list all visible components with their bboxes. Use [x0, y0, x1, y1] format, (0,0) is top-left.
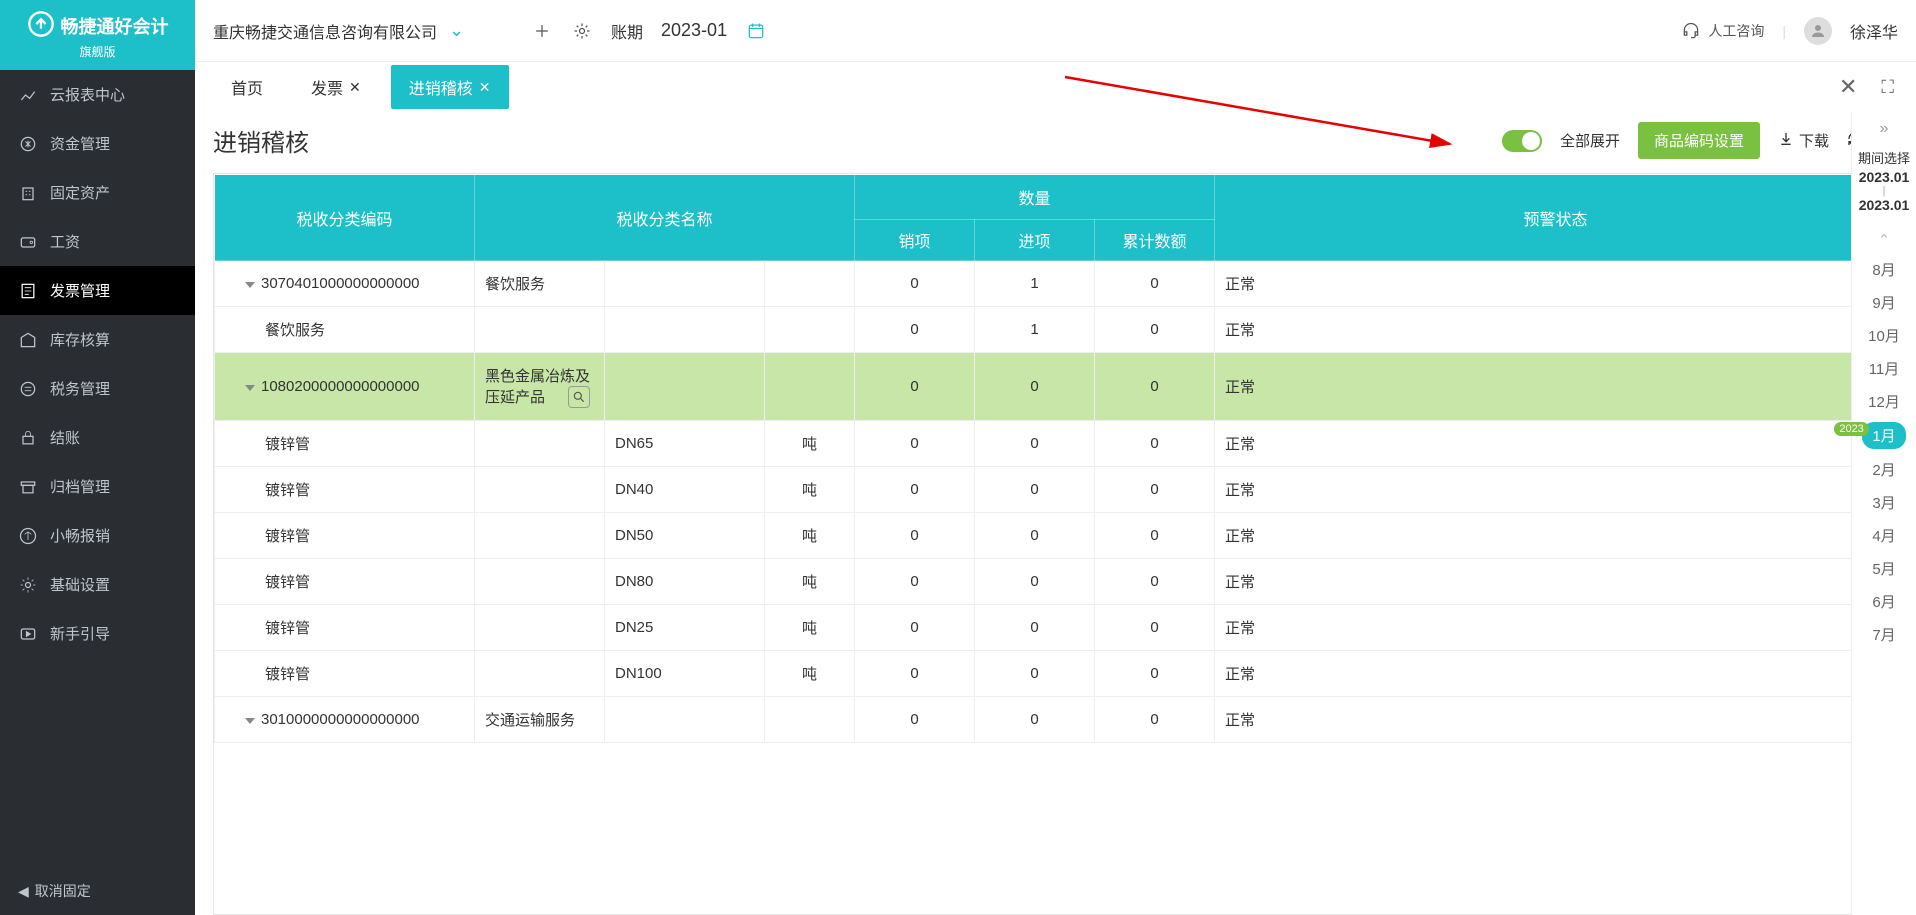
money-icon	[18, 134, 38, 154]
table-row[interactable]: 3010000000000000000交通运输服务000正常	[215, 697, 1897, 743]
col-code: 税收分类编码	[215, 175, 475, 261]
archive-icon	[18, 477, 38, 497]
tab-home[interactable]: 首页	[213, 65, 281, 109]
table-row[interactable]: 1080200000000000000黑色金属冶炼及压延产品000正常	[215, 353, 1897, 421]
tab-invoice[interactable]: 发票✕	[293, 65, 379, 109]
sidebar-item-assets[interactable]: 固定资产	[0, 168, 195, 217]
inventory-icon	[18, 330, 38, 350]
expand-all-label: 全部展开	[1560, 130, 1620, 151]
table-row[interactable]: 镀锌管DN40吨000正常	[215, 467, 1897, 513]
invoice-icon	[18, 281, 38, 301]
scroll-up-button[interactable]: ⌃	[1878, 231, 1891, 249]
calendar-button[interactable]	[745, 20, 767, 42]
sidebar-item-funds[interactable]: 资金管理	[0, 119, 195, 168]
col-cum: 累计数额	[1095, 220, 1215, 261]
logo-icon	[27, 10, 55, 41]
table-row[interactable]: 镀锌管DN25吨000正常	[215, 605, 1897, 651]
company-dropdown[interactable]: 重庆畅捷交通信息咨询有限公司 ⌄	[213, 19, 513, 43]
close-all-tabs[interactable]: ✕	[1831, 74, 1865, 100]
sidebar-item-close[interactable]: 结账	[0, 413, 195, 462]
sidebar-item-guide[interactable]: 新手引导	[0, 609, 195, 658]
month-option[interactable]: 3月	[1864, 490, 1903, 515]
period-to: 2023.01	[1859, 197, 1910, 213]
col-qty: 数量	[855, 175, 1215, 220]
sidebar-item-tax[interactable]: 税务管理	[0, 364, 195, 413]
month-option[interactable]: 4月	[1864, 523, 1903, 548]
table-row[interactable]: 餐饮服务010正常	[215, 307, 1897, 353]
sidebar-item-reports[interactable]: 云报表中心	[0, 70, 195, 119]
year-badge: 2023	[1834, 422, 1868, 436]
period-value: 2023-01	[661, 20, 727, 41]
close-icon[interactable]: ✕	[349, 79, 361, 96]
add-button[interactable]	[531, 20, 553, 42]
collapse-panel-button[interactable]: »	[1872, 112, 1897, 146]
play-icon	[18, 624, 38, 644]
sidebar-item-expense[interactable]: 小畅报销	[0, 511, 195, 560]
month-option[interactable]: 6月	[1864, 589, 1903, 614]
unpin-button[interactable]: ◀ 取消固定	[0, 867, 195, 915]
building-icon	[18, 183, 38, 203]
sidebar-item-inventory[interactable]: 库存核算	[0, 315, 195, 364]
sidebar: 畅捷通好会计 旗舰版 云报表中心 资金管理 固定资产 工资 发票管理 库存核算 …	[0, 0, 195, 915]
headset-icon	[1680, 20, 1702, 42]
period-label: 账期	[611, 19, 643, 43]
chart-icon	[18, 85, 38, 105]
month-option[interactable]: 8月	[1864, 257, 1903, 282]
support-button[interactable]: 人工咨询	[1680, 20, 1764, 42]
arrow-left-icon: ◀	[18, 883, 29, 900]
data-table: 税收分类编码 税收分类名称 数量 预警状态 销项 进项 累计数额 3070401…	[213, 173, 1898, 915]
col-in: 进项	[975, 220, 1095, 261]
avatar[interactable]	[1804, 17, 1832, 45]
month-option[interactable]: 1月	[1862, 422, 1905, 449]
col-name: 税收分类名称	[475, 175, 855, 261]
logo-block: 畅捷通好会计 旗舰版	[0, 0, 195, 70]
month-option[interactable]: 11月	[1861, 356, 1908, 381]
download-icon	[1778, 131, 1794, 151]
month-option[interactable]: 12月	[1860, 389, 1908, 414]
lock-icon	[18, 428, 38, 448]
wallet-icon	[18, 232, 38, 252]
month-option[interactable]: 2月	[1864, 457, 1903, 482]
table-row[interactable]: 镀锌管DN80吨000正常	[215, 559, 1897, 605]
search-icon[interactable]	[568, 386, 590, 408]
expense-icon	[18, 526, 38, 546]
tab-audit[interactable]: 进销稽核✕	[391, 65, 509, 109]
period-from: 2023.01	[1859, 169, 1910, 185]
col-out: 销项	[855, 220, 975, 261]
table-row[interactable]: 镀锌管DN65吨000正常	[215, 421, 1897, 467]
username: 徐泽华	[1850, 19, 1898, 43]
expand-arrow-icon[interactable]	[245, 385, 255, 391]
month-option[interactable]: 10月	[1860, 323, 1908, 348]
expand-arrow-icon[interactable]	[245, 718, 255, 724]
close-icon[interactable]: ✕	[479, 79, 491, 96]
chevron-down-icon: ⌄	[449, 20, 464, 41]
month-option[interactable]: 9月	[1864, 290, 1903, 315]
col-alert: 预警状态	[1215, 175, 1897, 261]
table-row[interactable]: 镀锌管DN100吨000正常	[215, 651, 1897, 697]
expand-arrow-icon[interactable]	[245, 282, 255, 288]
sidebar-menu: 云报表中心 资金管理 固定资产 工资 发票管理 库存核算 税务管理 结账 归档管…	[0, 70, 195, 867]
gear-icon	[18, 575, 38, 595]
download-button[interactable]: 下载	[1778, 130, 1829, 151]
table-row[interactable]: 镀锌管DN50吨000正常	[215, 513, 1897, 559]
brand-name: 畅捷通好会计	[61, 13, 169, 39]
tax-icon	[18, 379, 38, 399]
month-option[interactable]: 7月	[1864, 622, 1903, 647]
tabs-bar: 首页 发票✕ 进销稽核✕ ✕ ⛶	[195, 62, 1916, 112]
month-option[interactable]: 5月	[1864, 556, 1903, 581]
period-panel: » 期间选择 2023.01 | 2023.01 ⌃ 8月9月10月11月12月…	[1851, 112, 1916, 915]
expand-all-toggle[interactable]	[1502, 130, 1542, 152]
page-title: 进销稽核	[213, 123, 309, 158]
brand-edition: 旗舰版	[15, 43, 180, 60]
period-title: 期间选择	[1858, 146, 1910, 169]
sidebar-item-archive[interactable]: 归档管理	[0, 462, 195, 511]
fullscreen-button[interactable]: ⛶	[1877, 77, 1898, 98]
sidebar-item-invoice[interactable]: 发票管理	[0, 266, 195, 315]
code-settings-button[interactable]: 商品编码设置	[1638, 122, 1760, 159]
settings-button[interactable]	[571, 20, 593, 42]
table-row[interactable]: 3070401000000000000餐饮服务010正常	[215, 261, 1897, 307]
sidebar-item-settings[interactable]: 基础设置	[0, 560, 195, 609]
sidebar-item-salary[interactable]: 工资	[0, 217, 195, 266]
topbar: 重庆畅捷交通信息咨询有限公司 ⌄ 账期 2023-01 人工咨询 | 徐泽华	[195, 0, 1916, 62]
